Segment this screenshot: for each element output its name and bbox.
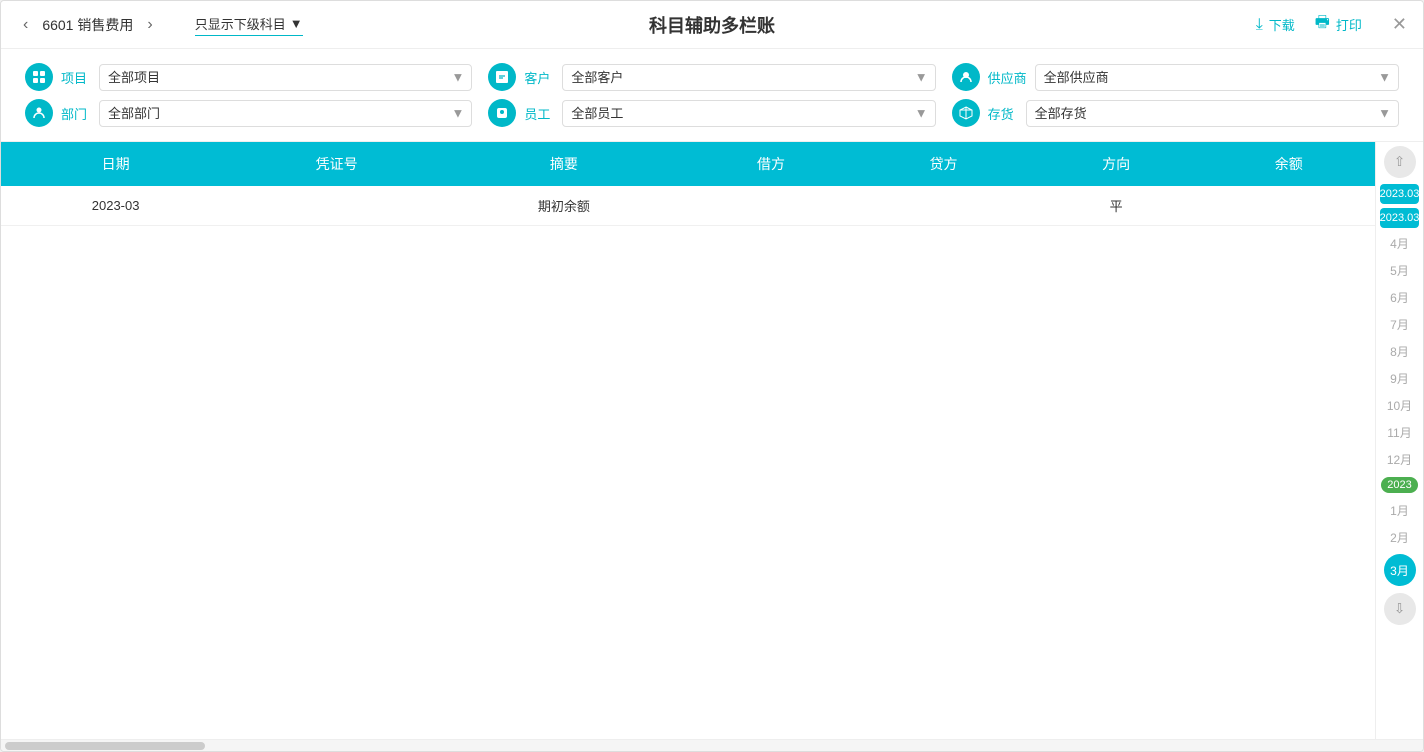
customer-icon	[488, 63, 516, 91]
department-select[interactable]: 全部部门	[99, 100, 472, 127]
month-7[interactable]: 7月	[1390, 311, 1409, 338]
month-2[interactable]: 2月	[1390, 524, 1409, 551]
month-1[interactable]: 1月	[1390, 497, 1409, 524]
project-filter: 项目 全部项目 ▼	[17, 59, 480, 95]
page-title: 科目辅助多栏账	[649, 12, 775, 38]
period-item-1[interactable]: 2023.03	[1380, 184, 1419, 204]
horizontal-scrollbar[interactable]	[1, 739, 1423, 751]
customer-label: 客户	[524, 68, 554, 87]
show-sub-label: 只显示下级科目	[195, 14, 286, 33]
department-icon	[25, 99, 53, 127]
header-date: 日期	[1, 142, 230, 186]
title-left: ‹ 6601 销售费用 › 只显示下级科目 ▼	[17, 14, 303, 36]
month-11[interactable]: 11月	[1387, 419, 1411, 446]
supplier-filter: 供应商 全部供应商 ▼	[944, 59, 1407, 95]
department-select-wrapper: 全部部门 ▼	[99, 100, 472, 127]
cell-debit	[685, 186, 858, 226]
employee-icon	[488, 99, 516, 127]
print-button[interactable]: 🖶 打印	[1315, 11, 1362, 38]
title-bar: ‹ 6601 销售费用 › 只显示下级科目 ▼ 科目辅助多栏账 ⤓ 下载 🖶 打…	[1, 1, 1423, 49]
project-select[interactable]: 全部项目	[99, 64, 472, 91]
customer-select-wrapper: 全部客户 ▼	[562, 64, 935, 91]
year-badge-2023: 2023	[1381, 477, 1417, 493]
chevron-down-icon: ⇩	[1394, 601, 1405, 617]
cell-credit	[857, 186, 1030, 226]
right-sidebar: ⇧ 2023.03 2023.03 4月 5月 6月 7月 8月 9月 10月 …	[1375, 142, 1423, 739]
supplier-select-wrapper: 全部供应商 ▼	[1035, 64, 1399, 91]
table-header-row: 日期 凭证号 摘要 借方 贷方 方向 余额	[1, 142, 1375, 186]
cell-date: 2023-03	[1, 186, 230, 226]
download-icon: ⤓	[1256, 16, 1263, 34]
cell-voucher	[230, 186, 443, 226]
cell-direction: 平	[1030, 186, 1203, 226]
download-button[interactable]: ⤓ 下载	[1256, 15, 1295, 34]
employee-select-wrapper: 全部员工 ▼	[562, 100, 935, 127]
inventory-label: 存货	[988, 104, 1018, 123]
filter-bar: 项目 全部项目 ▼ 客户 全部客户 ▼	[1, 49, 1423, 142]
header-direction: 方向	[1030, 142, 1203, 186]
table-area[interactable]: 日期 凭证号 摘要 借方 贷方 方向 余额 2023-03 期初余额 平	[1, 142, 1375, 739]
month-12[interactable]: 12月	[1387, 446, 1412, 473]
ledger-table: 日期 凭证号 摘要 借方 贷方 方向 余额 2023-03 期初余额 平	[1, 142, 1375, 226]
inventory-filter: 存货 全部存货 ▼	[944, 95, 1407, 131]
month-3-current[interactable]: 3月	[1384, 554, 1416, 586]
month-6[interactable]: 6月	[1390, 284, 1409, 311]
show-sub-chevron-icon: ▼	[290, 16, 303, 31]
inventory-select-wrapper: 全部存货 ▼	[1026, 100, 1399, 127]
employee-filter: 员工 全部员工 ▼	[480, 95, 943, 131]
month-8[interactable]: 8月	[1390, 338, 1409, 365]
header-voucher: 凭证号	[230, 142, 443, 186]
main-window: ‹ 6601 销售费用 › 只显示下级科目 ▼ 科目辅助多栏账 ⤓ 下载 🖶 打…	[0, 0, 1424, 752]
inventory-select[interactable]: 全部存货	[1026, 100, 1399, 127]
inventory-icon	[952, 99, 980, 127]
next-account-btn[interactable]: ›	[141, 14, 158, 36]
customer-select[interactable]: 全部客户	[562, 64, 935, 91]
download-label: 下载	[1269, 15, 1295, 34]
supplier-icon	[952, 63, 980, 91]
chevron-up-icon: ⇧	[1394, 154, 1405, 170]
period-item-2[interactable]: 2023.03	[1380, 208, 1419, 228]
header-balance: 余额	[1202, 142, 1375, 186]
supplier-select[interactable]: 全部供应商	[1035, 64, 1399, 91]
cell-balance	[1202, 186, 1375, 226]
account-code-label: 6601 销售费用	[42, 15, 133, 35]
table-row: 2023-03 期初余额 平	[1, 186, 1375, 226]
header-debit: 借方	[685, 142, 858, 186]
sidebar-up-button[interactable]: ⇧	[1384, 146, 1416, 178]
cell-summary: 期初余额	[443, 186, 685, 226]
title-right: ⤓ 下载 🖶 打印 ✕	[1256, 11, 1407, 38]
main-content: 日期 凭证号 摘要 借方 贷方 方向 余额 2023-03期初余额平 ⇧ 20	[1, 142, 1423, 739]
department-filter: 部门 全部部门 ▼	[17, 95, 480, 131]
print-label: 打印	[1336, 15, 1362, 34]
prev-account-btn[interactable]: ‹	[17, 14, 34, 36]
close-button[interactable]: ✕	[1392, 14, 1407, 35]
supplier-label: 供应商	[988, 68, 1027, 87]
employee-select[interactable]: 全部员工	[562, 100, 935, 127]
employee-label: 员工	[524, 104, 554, 123]
project-icon	[25, 63, 53, 91]
sidebar-down-button[interactable]: ⇩	[1384, 593, 1416, 625]
month-5[interactable]: 5月	[1390, 257, 1409, 284]
project-label: 项目	[61, 68, 91, 87]
month-4[interactable]: 4月	[1390, 230, 1409, 257]
show-sub-accounts-link[interactable]: 只显示下级科目 ▼	[195, 14, 303, 36]
department-label: 部门	[61, 104, 91, 123]
header-summary: 摘要	[443, 142, 685, 186]
month-9[interactable]: 9月	[1390, 365, 1409, 392]
project-select-wrapper: 全部项目 ▼	[99, 64, 472, 91]
header-credit: 贷方	[857, 142, 1030, 186]
customer-filter: 客户 全部客户 ▼	[480, 59, 943, 95]
month-10[interactable]: 10月	[1387, 392, 1412, 419]
scrollbar-thumb	[5, 742, 205, 750]
print-icon: 🖶	[1315, 11, 1330, 38]
